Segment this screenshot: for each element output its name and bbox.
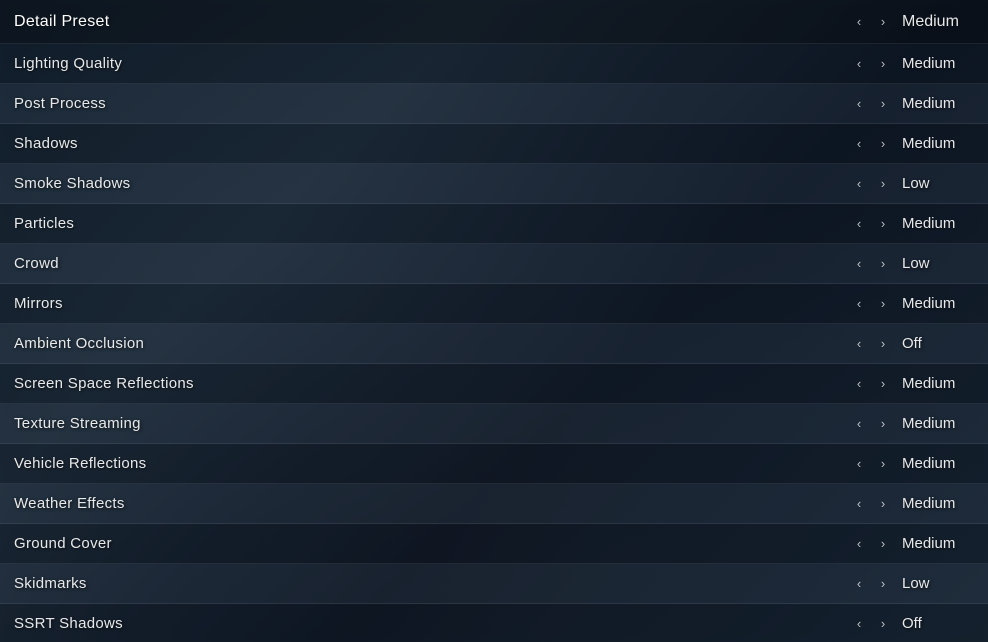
setting-control-screen-space-reflections: ‹ › Medium (850, 375, 972, 393)
setting-label-texture-streaming: Texture Streaming (14, 415, 141, 432)
setting-row-texture-streaming[interactable]: Texture Streaming ‹ › Medium (0, 404, 988, 444)
setting-right-arrow-particles[interactable]: › (874, 215, 892, 233)
setting-row-smoke-shadows[interactable]: Smoke Shadows ‹ › Low (0, 164, 988, 204)
setting-value-post-process: Medium (902, 95, 972, 112)
setting-row-screen-space-reflections[interactable]: Screen Space Reflections ‹ › Medium (0, 364, 988, 404)
setting-label-ground-cover: Ground Cover (14, 535, 112, 552)
setting-right-arrow-post-process[interactable]: › (874, 95, 892, 113)
setting-row-crowd[interactable]: Crowd ‹ › Low (0, 244, 988, 284)
setting-value-crowd: Low (902, 255, 972, 272)
setting-left-arrow-vehicle-reflections[interactable]: ‹ (850, 455, 868, 473)
setting-label-screen-space-reflections: Screen Space Reflections (14, 375, 194, 392)
setting-control-post-process: ‹ › Medium (850, 95, 972, 113)
setting-left-arrow-ssrt-shadows[interactable]: ‹ (850, 615, 868, 633)
settings-container: Detail Preset ‹ › Medium Lighting Qualit… (0, 0, 988, 642)
setting-row-ground-cover[interactable]: Ground Cover ‹ › Medium (0, 524, 988, 564)
setting-control-weather-effects: ‹ › Medium (850, 495, 972, 513)
setting-left-arrow-weather-effects[interactable]: ‹ (850, 495, 868, 513)
setting-row-lighting-quality[interactable]: Lighting Quality ‹ › Medium (0, 44, 988, 84)
setting-left-arrow-skidmarks[interactable]: ‹ (850, 575, 868, 593)
setting-label-vehicle-reflections: Vehicle Reflections (14, 455, 146, 472)
setting-right-arrow-screen-space-reflections[interactable]: › (874, 375, 892, 393)
setting-row-weather-effects[interactable]: Weather Effects ‹ › Medium (0, 484, 988, 524)
setting-value-shadows: Medium (902, 135, 972, 152)
setting-control-crowd: ‹ › Low (850, 255, 972, 273)
setting-right-arrow-crowd[interactable]: › (874, 255, 892, 273)
setting-right-arrow-shadows[interactable]: › (874, 135, 892, 153)
setting-right-arrow-lighting-quality[interactable]: › (874, 55, 892, 73)
setting-label-lighting-quality: Lighting Quality (14, 55, 122, 72)
setting-label-weather-effects: Weather Effects (14, 495, 125, 512)
setting-control-texture-streaming: ‹ › Medium (850, 415, 972, 433)
setting-right-arrow-texture-streaming[interactable]: › (874, 415, 892, 433)
setting-value-smoke-shadows: Low (902, 175, 972, 192)
setting-control-lighting-quality: ‹ › Medium (850, 55, 972, 73)
setting-label-mirrors: Mirrors (14, 295, 63, 312)
setting-row-ambient-occlusion[interactable]: Ambient Occlusion ‹ › Off (0, 324, 988, 364)
setting-control-vehicle-reflections: ‹ › Medium (850, 455, 972, 473)
detail-preset-right-arrow[interactable]: › (874, 13, 892, 31)
setting-row-shadows[interactable]: Shadows ‹ › Medium (0, 124, 988, 164)
setting-label-particles: Particles (14, 215, 74, 232)
setting-right-arrow-ground-cover[interactable]: › (874, 535, 892, 553)
setting-right-arrow-weather-effects[interactable]: › (874, 495, 892, 513)
setting-control-ambient-occlusion: ‹ › Off (850, 335, 972, 353)
setting-label-shadows: Shadows (14, 135, 78, 152)
setting-left-arrow-crowd[interactable]: ‹ (850, 255, 868, 273)
setting-right-arrow-skidmarks[interactable]: › (874, 575, 892, 593)
setting-left-arrow-post-process[interactable]: ‹ (850, 95, 868, 113)
setting-value-particles: Medium (902, 215, 972, 232)
setting-right-arrow-ambient-occlusion[interactable]: › (874, 335, 892, 353)
setting-control-skidmarks: ‹ › Low (850, 575, 972, 593)
setting-label-crowd: Crowd (14, 255, 59, 272)
setting-left-arrow-lighting-quality[interactable]: ‹ (850, 55, 868, 73)
setting-value-ambient-occlusion: Off (902, 335, 972, 352)
setting-left-arrow-screen-space-reflections[interactable]: ‹ (850, 375, 868, 393)
setting-value-texture-streaming: Medium (902, 415, 972, 432)
setting-row-ssrt-shadows[interactable]: SSRT Shadows ‹ › Off (0, 604, 988, 642)
setting-label-ssrt-shadows: SSRT Shadows (14, 615, 123, 632)
setting-control-mirrors: ‹ › Medium (850, 295, 972, 313)
detail-preset-control: ‹ › Medium (850, 13, 972, 31)
setting-label-ambient-occlusion: Ambient Occlusion (14, 335, 144, 352)
setting-right-arrow-vehicle-reflections[interactable]: › (874, 455, 892, 473)
setting-value-vehicle-reflections: Medium (902, 455, 972, 472)
detail-preset-row[interactable]: Detail Preset ‹ › Medium (0, 0, 988, 44)
setting-value-weather-effects: Medium (902, 495, 972, 512)
setting-row-mirrors[interactable]: Mirrors ‹ › Medium (0, 284, 988, 324)
setting-value-screen-space-reflections: Medium (902, 375, 972, 392)
setting-control-shadows: ‹ › Medium (850, 135, 972, 153)
setting-control-ssrt-shadows: ‹ › Off (850, 615, 972, 633)
setting-value-ground-cover: Medium (902, 535, 972, 552)
setting-control-ground-cover: ‹ › Medium (850, 535, 972, 553)
setting-row-post-process[interactable]: Post Process ‹ › Medium (0, 84, 988, 124)
setting-right-arrow-smoke-shadows[interactable]: › (874, 175, 892, 193)
setting-left-arrow-shadows[interactable]: ‹ (850, 135, 868, 153)
setting-row-vehicle-reflections[interactable]: Vehicle Reflections ‹ › Medium (0, 444, 988, 484)
setting-label-smoke-shadows: Smoke Shadows (14, 175, 130, 192)
setting-row-skidmarks[interactable]: Skidmarks ‹ › Low (0, 564, 988, 604)
setting-control-particles: ‹ › Medium (850, 215, 972, 233)
setting-value-mirrors: Medium (902, 295, 972, 312)
setting-left-arrow-texture-streaming[interactable]: ‹ (850, 415, 868, 433)
setting-label-post-process: Post Process (14, 95, 106, 112)
setting-left-arrow-mirrors[interactable]: ‹ (850, 295, 868, 313)
setting-right-arrow-ssrt-shadows[interactable]: › (874, 615, 892, 633)
setting-right-arrow-mirrors[interactable]: › (874, 295, 892, 313)
setting-value-skidmarks: Low (902, 575, 972, 592)
detail-preset-label: Detail Preset (14, 13, 110, 31)
setting-control-smoke-shadows: ‹ › Low (850, 175, 972, 193)
setting-value-ssrt-shadows: Off (902, 615, 972, 632)
detail-preset-value: Medium (902, 13, 972, 31)
detail-preset-left-arrow[interactable]: ‹ (850, 13, 868, 31)
setting-left-arrow-particles[interactable]: ‹ (850, 215, 868, 233)
setting-label-skidmarks: Skidmarks (14, 575, 87, 592)
setting-left-arrow-ground-cover[interactable]: ‹ (850, 535, 868, 553)
setting-left-arrow-ambient-occlusion[interactable]: ‹ (850, 335, 868, 353)
setting-row-particles[interactable]: Particles ‹ › Medium (0, 204, 988, 244)
setting-left-arrow-smoke-shadows[interactable]: ‹ (850, 175, 868, 193)
setting-value-lighting-quality: Medium (902, 55, 972, 72)
